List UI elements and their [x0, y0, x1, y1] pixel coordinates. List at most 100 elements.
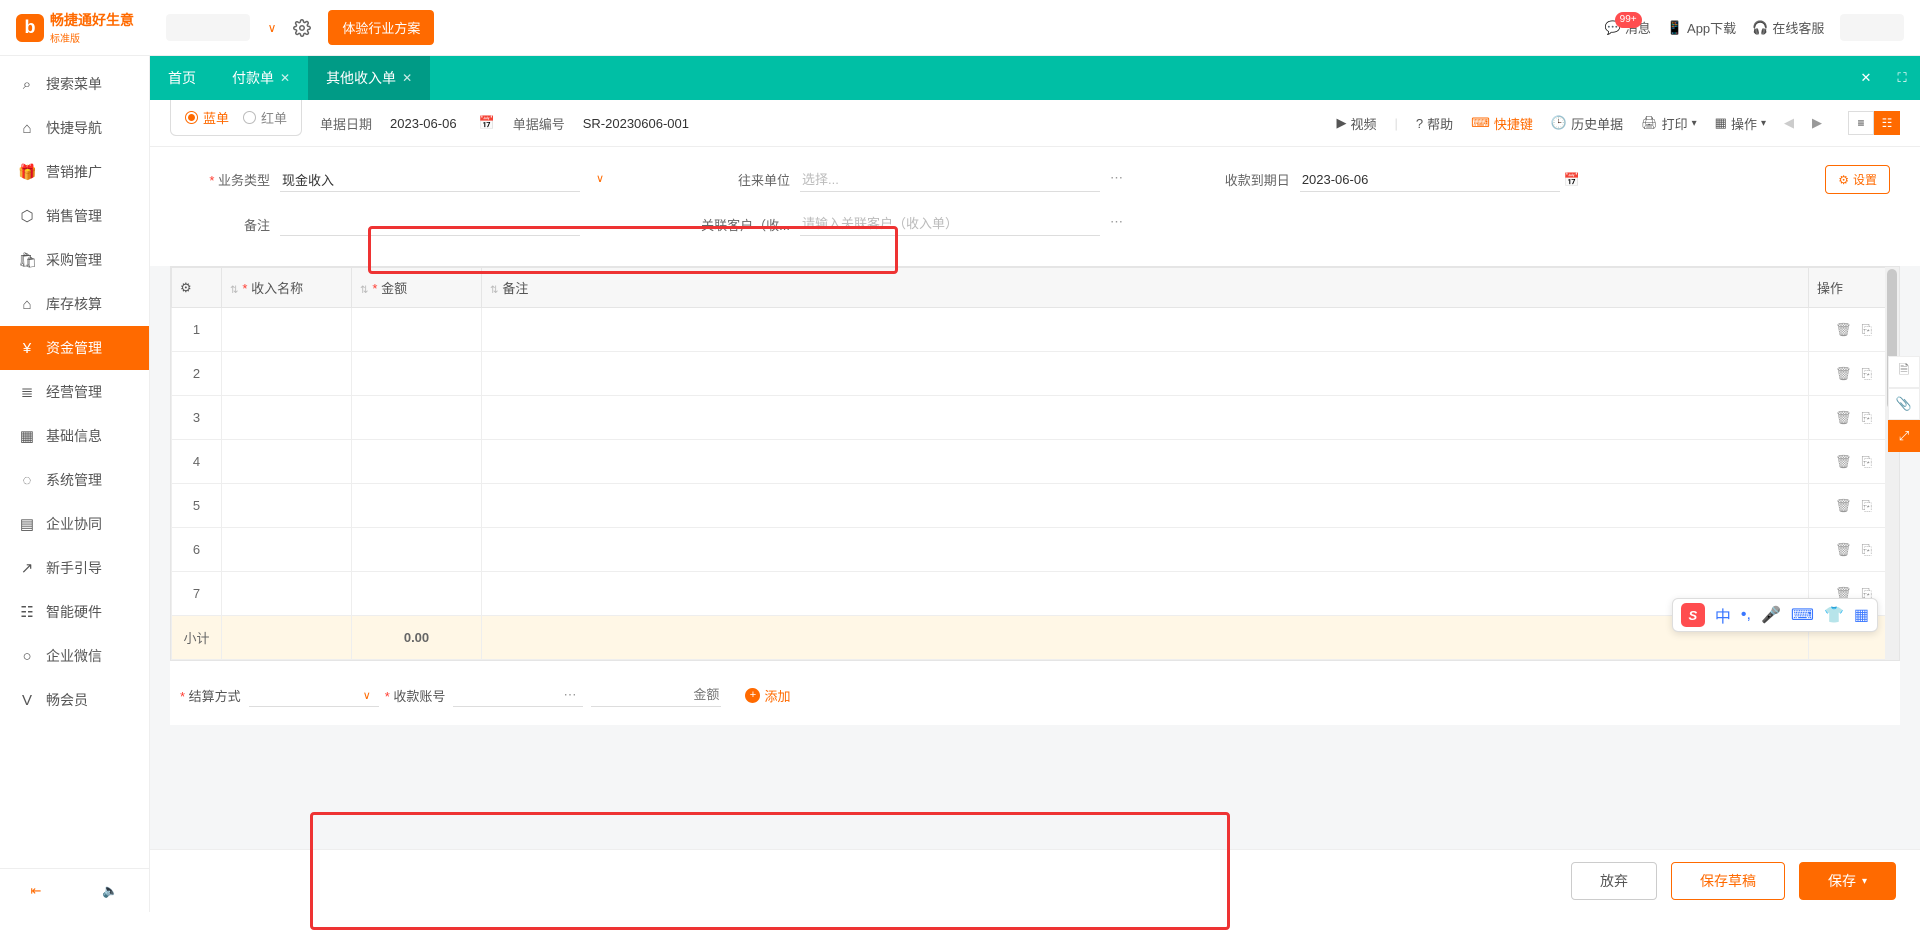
partner-input[interactable] — [800, 168, 1100, 192]
sort-icon[interactable]: ⇅ — [490, 285, 498, 296]
copy-row-icon[interactable]: ⎘ — [1862, 498, 1872, 514]
radio-blue[interactable]: 蓝单 — [185, 108, 229, 127]
user-menu[interactable] — [1840, 14, 1904, 41]
video-help-button[interactable]: ▶视频 — [1336, 114, 1376, 133]
sidebar-item[interactable]: ▦基础信息 — [0, 414, 149, 458]
tab[interactable]: 其他收入单✕ — [308, 56, 430, 100]
chevron-down-icon[interactable]: ∨ — [363, 689, 371, 702]
sidebar-item[interactable]: ⌂库存核算 — [0, 282, 149, 326]
ime-punct-icon[interactable]: •, — [1741, 606, 1751, 624]
sort-icon[interactable]: ⇅ — [230, 285, 238, 296]
form-settings-button[interactable]: ⚙设置 — [1825, 165, 1890, 194]
sidebar-item[interactable]: ▤企业协同 — [0, 502, 149, 546]
calendar-icon[interactable]: 📅 — [479, 115, 495, 131]
delete-row-icon[interactable]: 🗑 — [1835, 498, 1852, 514]
messages-link[interactable]: 💬 消息 99+ — [1605, 18, 1651, 37]
sidebar-item[interactable]: ☷智能硬件 — [0, 590, 149, 634]
sidebar-item[interactable]: V畅会员 — [0, 678, 149, 722]
fullscreen-icon[interactable]: ⛶ — [1884, 70, 1920, 86]
radio-red[interactable]: 红单 — [243, 108, 287, 127]
calendar-icon[interactable]: 📅 — [1564, 172, 1580, 188]
delete-row-icon[interactable]: 🗑 — [1835, 366, 1852, 382]
shortcut-button[interactable]: ⌨快捷键 — [1471, 114, 1533, 133]
more-icon[interactable]: ⋯ — [563, 687, 577, 703]
table-row[interactable]: 7🗑⎘ — [172, 572, 1899, 616]
table-scrollbar[interactable] — [1885, 267, 1899, 660]
expand-tool-icon[interactable]: ⤢ — [1888, 420, 1920, 452]
prev-doc-icon[interactable]: ◀ — [1784, 115, 1794, 131]
operate-button[interactable]: ▦操作▾ — [1715, 114, 1766, 133]
amount-input[interactable] — [591, 683, 721, 707]
sidebar-item-icon: ↗ — [18, 559, 36, 577]
sound-icon[interactable]: 🔈 — [102, 883, 118, 899]
delete-row-icon[interactable]: 🗑 — [1835, 410, 1852, 426]
copy-row-icon[interactable]: ⎘ — [1862, 366, 1872, 382]
more-icon[interactable]: ⋯ — [1110, 170, 1124, 186]
collapse-icon[interactable]: ⇤ — [30, 883, 41, 899]
close-all-tabs-icon[interactable]: ✕ — [1848, 70, 1884, 86]
add-payment-button[interactable]: + 添加 — [745, 686, 790, 705]
sidebar-item[interactable]: ≣经营管理 — [0, 370, 149, 414]
chevron-down-icon[interactable]: ∨ — [268, 21, 277, 35]
discard-button[interactable]: 放弃 — [1571, 862, 1657, 900]
settings-gear-icon[interactable] — [286, 12, 318, 44]
remark-input[interactable] — [280, 212, 580, 236]
ime-keyboard-icon[interactable]: ⌨ — [1791, 605, 1814, 625]
logo-icon: b — [16, 14, 44, 42]
help-button[interactable]: ?帮助 — [1416, 114, 1453, 133]
ime-toolbox-icon[interactable]: ▦ — [1854, 605, 1869, 625]
tab-close-icon[interactable]: ✕ — [280, 71, 290, 85]
sidebar-item[interactable]: ¥资金管理 — [0, 326, 149, 370]
view-list-icon[interactable]: ≡ — [1848, 111, 1874, 135]
related-customer-input[interactable] — [800, 212, 1100, 236]
ime-mic-icon[interactable]: 🎤 — [1761, 605, 1781, 625]
sidebar-item[interactable]: ⌕搜索菜单 — [0, 62, 149, 106]
try-industry-button[interactable]: 体验行业方案 — [328, 10, 434, 45]
app-download-link[interactable]: 📱 App下载 — [1667, 18, 1736, 37]
ime-skin-icon[interactable]: 👕 — [1824, 605, 1844, 625]
copy-row-icon[interactable]: ⎘ — [1862, 322, 1872, 338]
sidebar-item[interactable]: 🎁营销推广 — [0, 150, 149, 194]
delete-row-icon[interactable]: 🗑 — [1835, 322, 1852, 338]
copy-row-icon[interactable]: ⎘ — [1862, 454, 1872, 470]
print-button[interactable]: 🖨打印▾ — [1641, 114, 1697, 133]
view-form-icon[interactable]: ☷ — [1874, 111, 1900, 135]
doc-date-value[interactable]: 2023-06-06 — [390, 116, 457, 131]
due-date-input[interactable] — [1300, 168, 1560, 192]
table-row[interactable]: 2🗑⎘ — [172, 352, 1899, 396]
biz-type-input[interactable] — [280, 168, 580, 192]
ime-lang[interactable]: 中 — [1715, 603, 1731, 627]
table-row[interactable]: 3🗑⎘ — [172, 396, 1899, 440]
more-icon[interactable]: ⋯ — [1110, 214, 1124, 230]
save-draft-button[interactable]: 保存草稿 — [1671, 862, 1785, 900]
org-selector[interactable] — [166, 14, 250, 41]
tab[interactable]: 首页 — [150, 56, 214, 100]
table-row[interactable]: 6🗑⎘ — [172, 528, 1899, 572]
attachment-tool-icon[interactable]: 📎 — [1888, 388, 1920, 420]
chevron-down-icon[interactable]: ∨ — [596, 172, 604, 185]
table-settings-icon[interactable]: ⚙ — [172, 268, 222, 308]
table-row[interactable]: 1🗑⎘ — [172, 308, 1899, 352]
tab[interactable]: 付款单✕ — [214, 56, 308, 100]
sort-icon[interactable]: ⇅ — [360, 285, 368, 296]
table-row[interactable]: 5🗑⎘ — [172, 484, 1899, 528]
ime-toolbar[interactable]: S 中 •, 🎤 ⌨ 👕 ▦ — [1672, 598, 1878, 632]
sidebar-item[interactable]: 🛍采购管理 — [0, 238, 149, 282]
sidebar-item[interactable]: ○企业微信 — [0, 634, 149, 678]
sidebar-item[interactable]: ↗新手引导 — [0, 546, 149, 590]
history-button[interactable]: 🕒历史单据 — [1551, 114, 1623, 133]
delete-row-icon[interactable]: 🗑 — [1835, 542, 1852, 558]
next-doc-icon[interactable]: ▶ — [1812, 115, 1822, 131]
table-row[interactable]: 4🗑⎘ — [172, 440, 1899, 484]
copy-row-icon[interactable]: ⎘ — [1862, 410, 1872, 426]
save-button[interactable]: 保存▾ — [1799, 862, 1896, 900]
settle-method-input[interactable] — [249, 683, 379, 707]
online-service-link[interactable]: 🎧 在线客服 — [1752, 18, 1824, 37]
note-tool-icon[interactable]: 🗎 — [1888, 356, 1920, 388]
sidebar-item[interactable]: ⬡销售管理 — [0, 194, 149, 238]
sidebar-item[interactable]: ◌系统管理 — [0, 458, 149, 502]
tab-close-icon[interactable]: ✕ — [402, 71, 412, 85]
delete-row-icon[interactable]: 🗑 — [1835, 454, 1852, 470]
sidebar-item[interactable]: ⌂快捷导航 — [0, 106, 149, 150]
copy-row-icon[interactable]: ⎘ — [1862, 542, 1872, 558]
